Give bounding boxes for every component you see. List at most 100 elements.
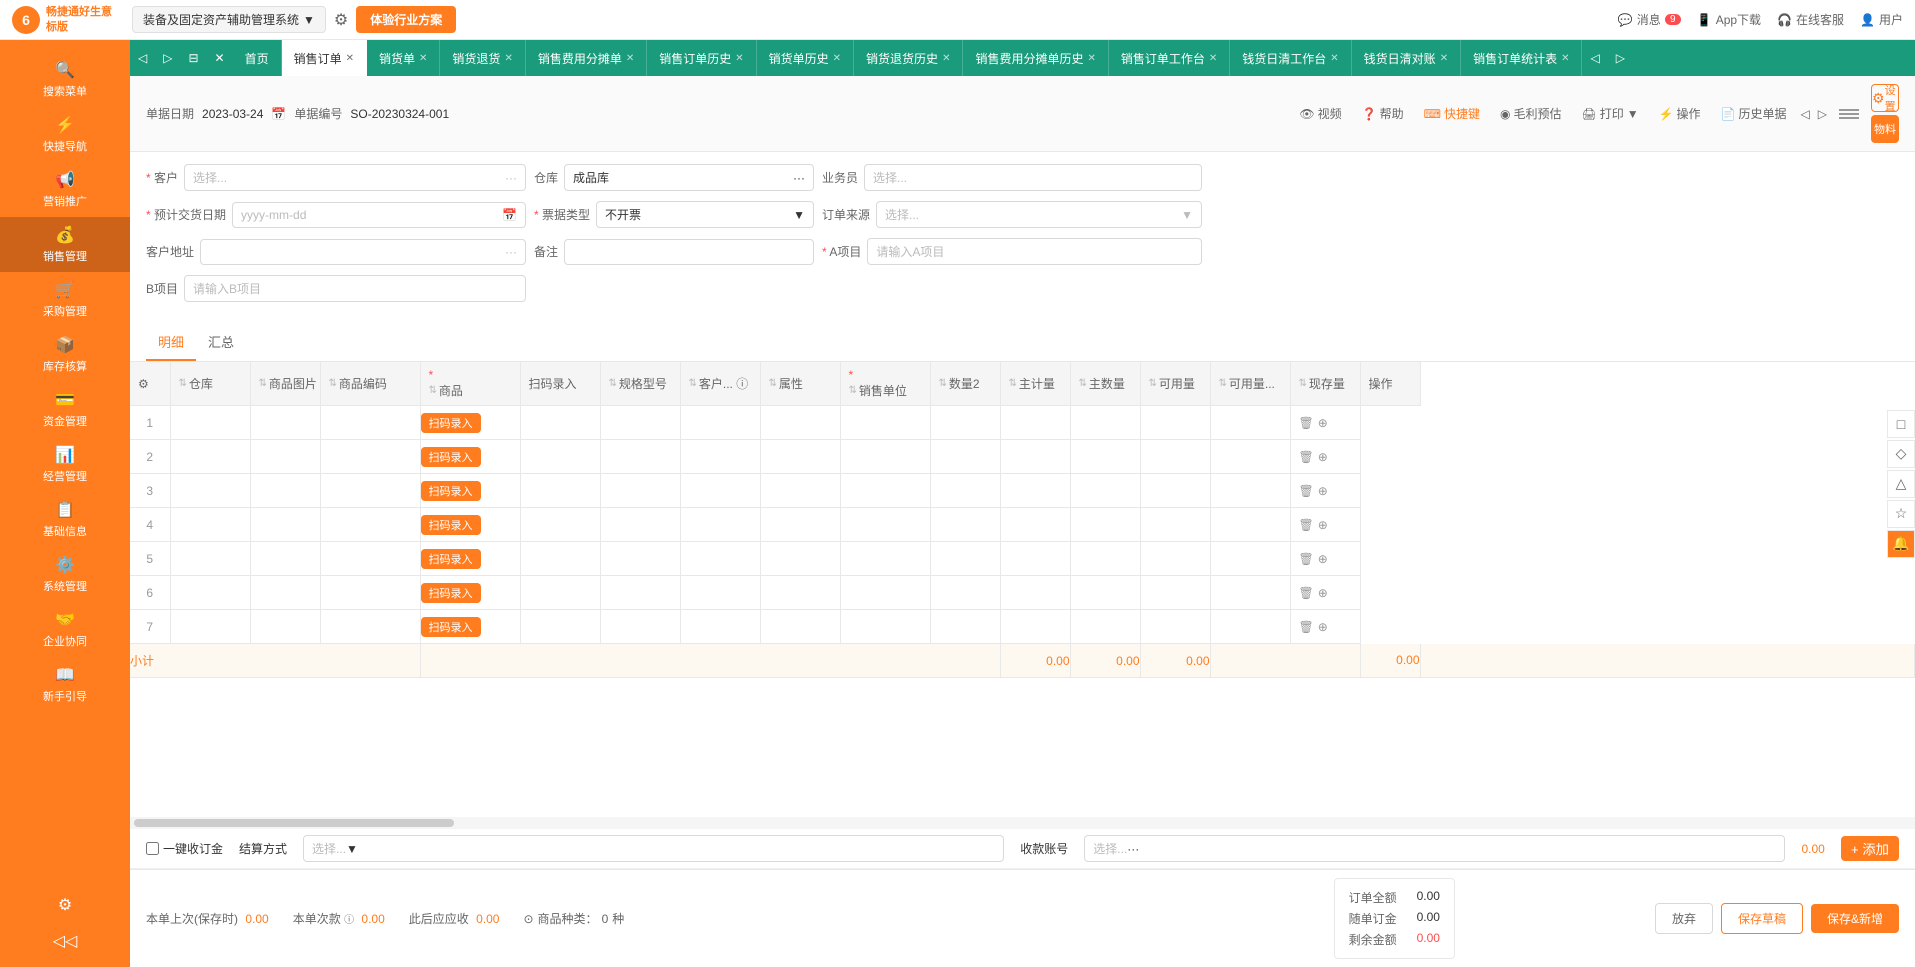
delivery-date-input[interactable]: yyyy-mm-dd 📅 xyxy=(232,202,526,228)
tab-item-3[interactable]: 销货退货✕ xyxy=(440,40,525,76)
scan-btn-1[interactable]: 扫码录入 xyxy=(421,413,481,433)
scan-btn-2[interactable]: 扫码录入 xyxy=(421,447,481,467)
sidebar-item-settings[interactable]: ⚙ xyxy=(0,887,130,923)
table-row[interactable]: 6扫码录入🗑⊕ xyxy=(130,576,1915,610)
float-btn-4[interactable]: ☆ xyxy=(1887,500,1915,528)
settings-icon[interactable]: ⚙ xyxy=(334,10,348,30)
float-btn-3[interactable]: △ xyxy=(1887,470,1915,498)
discard-button[interactable]: 放弃 xyxy=(1655,903,1713,934)
calendar-icon[interactable]: 📅 xyxy=(271,107,286,121)
sidebar-item-4[interactable]: 🛒采购管理 xyxy=(0,272,130,327)
b-project-input[interactable]: 请输入B项目 xyxy=(184,275,526,302)
table-row[interactable]: 7扫码录入🗑⊕ xyxy=(130,610,1915,644)
tab-close-10[interactable]: ✕ xyxy=(1330,53,1338,64)
tab-close-2[interactable]: ✕ xyxy=(419,53,427,64)
sidebar-item-9[interactable]: ⚙️系统管理 xyxy=(0,547,130,602)
tab-prev-btn[interactable]: ◁ xyxy=(130,40,155,76)
tab-close-4[interactable]: ✕ xyxy=(626,53,634,64)
copy-icon-2[interactable]: ⊕ xyxy=(1318,450,1328,464)
profit-btn[interactable]: ◉ 毛利预估 xyxy=(1494,102,1568,125)
scroll-thumb[interactable] xyxy=(134,819,454,827)
tab-item-4[interactable]: 销售费用分摊单✕ xyxy=(526,40,647,76)
tab-scroll-left[interactable]: ◁ xyxy=(1582,40,1607,76)
view-btn[interactable]: 👁 视频 xyxy=(1293,102,1347,125)
scan-btn-5[interactable]: 扫码录入 xyxy=(421,549,481,569)
tab-next-btn[interactable]: ▷ xyxy=(155,40,180,76)
col-settings[interactable]: ⚙ xyxy=(130,362,170,406)
sidebar-item-6[interactable]: 💳资金管理 xyxy=(0,382,130,437)
settlement-select[interactable]: 选择... ▼ xyxy=(303,835,1004,862)
print-btn[interactable]: 🖨 打印 ▼ xyxy=(1575,102,1644,125)
app-download-item[interactable]: 📱 App下载 xyxy=(1697,11,1761,28)
tab-item-6[interactable]: 销货单历史✕ xyxy=(757,40,854,76)
tab-more-btn[interactable]: ⊟ xyxy=(180,40,206,76)
table-row[interactable]: 1扫码录入🗑⊕ xyxy=(130,406,1915,440)
form-material-btn[interactable]: 物料 xyxy=(1871,115,1899,143)
delete-icon-5[interactable]: 🗑 xyxy=(1299,552,1314,566)
float-btn-2[interactable]: ◇ xyxy=(1887,440,1915,468)
tab-item-1[interactable]: 销售订单✕ xyxy=(282,40,367,76)
table-row[interactable]: 2扫码录入🗑⊕ xyxy=(130,440,1915,474)
scroll-track[interactable] xyxy=(130,817,1915,829)
form-settings-btn[interactable]: ⚙ 设置 xyxy=(1871,84,1899,112)
user-item[interactable]: 👤 用户 xyxy=(1860,11,1903,28)
save-draft-button[interactable]: 保存草稿 xyxy=(1721,903,1803,934)
system-selector[interactable]: 装备及固定资产辅助管理系统 ▼ xyxy=(132,6,326,33)
table-row[interactable]: 5扫码录入🗑⊕ xyxy=(130,542,1915,576)
float-btn-1[interactable]: □ xyxy=(1887,410,1915,438)
invoice-type-select[interactable]: 不开票 ▼ xyxy=(596,201,814,228)
customer-more-icon[interactable]: ··· xyxy=(505,171,517,185)
delete-icon-2[interactable]: 🗑 xyxy=(1299,450,1314,464)
tab-close-all-btn[interactable]: ✕ xyxy=(207,40,233,76)
one-key-checkbox[interactable] xyxy=(146,842,159,855)
copy-icon-6[interactable]: ⊕ xyxy=(1318,586,1328,600)
delete-icon-6[interactable]: 🗑 xyxy=(1299,586,1314,600)
scan-btn-3[interactable]: 扫码录入 xyxy=(421,481,481,501)
scan-btn-4[interactable]: 扫码录入 xyxy=(421,515,481,535)
tab-close-9[interactable]: ✕ xyxy=(1209,53,1217,64)
sidebar-item-8[interactable]: 📋基础信息 xyxy=(0,492,130,547)
copy-icon-5[interactable]: ⊕ xyxy=(1318,552,1328,566)
salesperson-input[interactable]: 选择... xyxy=(864,164,1202,191)
tab-item-5[interactable]: 销售订单历史✕ xyxy=(647,40,756,76)
tab-item-7[interactable]: 销货退货历史✕ xyxy=(854,40,963,76)
delete-icon-1[interactable]: 🗑 xyxy=(1299,416,1314,430)
tab-item-10[interactable]: 钱货日清工作台✕ xyxy=(1230,40,1351,76)
tab-detail[interactable]: 明细 xyxy=(146,324,196,361)
shortcut-btn[interactable]: ⌨ 快捷键 xyxy=(1418,102,1486,125)
save-new-button[interactable]: 保存&新增 xyxy=(1811,904,1899,933)
tab-close-1[interactable]: ✕ xyxy=(346,53,354,64)
help-btn[interactable]: ❓ 帮助 xyxy=(1356,102,1410,125)
sidebar-item-3[interactable]: 💰销售管理 xyxy=(0,217,130,272)
sidebar-item-10[interactable]: 🤝企业协同 xyxy=(0,602,130,657)
delete-icon-3[interactable]: 🗑 xyxy=(1299,484,1314,498)
customer-input[interactable]: 选择... ··· xyxy=(184,164,526,191)
copy-icon-1[interactable]: ⊕ xyxy=(1318,416,1328,430)
tab-item-2[interactable]: 销货单✕ xyxy=(367,40,440,76)
sidebar-item-5[interactable]: 📦库存核算 xyxy=(0,327,130,382)
online-support-item[interactable]: 🎧 在线客服 xyxy=(1777,11,1844,28)
sidebar-item-collapse[interactable]: ◁◁ xyxy=(0,923,130,959)
tab-close-11[interactable]: ✕ xyxy=(1440,53,1448,64)
tab-item-8[interactable]: 销售费用分摊单历史✕ xyxy=(963,40,1108,76)
tab-item-9[interactable]: 销售订单工作台✕ xyxy=(1109,40,1230,76)
warehouse-more-icon[interactable]: ··· xyxy=(793,171,805,185)
tab-summary[interactable]: 汇总 xyxy=(196,324,246,361)
sidebar-item-7[interactable]: 📊经营管理 xyxy=(0,437,130,492)
delete-icon-7[interactable]: 🗑 xyxy=(1299,620,1314,634)
tab-item-11[interactable]: 钱货日清对账✕ xyxy=(1352,40,1461,76)
tab-close-12[interactable]: ✕ xyxy=(1561,53,1569,64)
sidebar-item-0[interactable]: 🔍搜索菜单 xyxy=(0,52,130,107)
one-key-settlement[interactable]: 一键收订金 xyxy=(146,840,223,857)
table-row[interactable]: 4扫码录入🗑⊕ xyxy=(130,508,1915,542)
sidebar-item-1[interactable]: ⚡快捷导航 xyxy=(0,107,130,162)
notification-item[interactable]: 💬 消息 9 xyxy=(1618,11,1681,28)
tab-close-3[interactable]: ✕ xyxy=(504,53,512,64)
copy-icon-3[interactable]: ⊕ xyxy=(1318,484,1328,498)
tab-scroll-right[interactable]: ▷ xyxy=(1608,40,1633,76)
warehouse-input[interactable]: 成品库 ··· xyxy=(564,164,814,191)
account-more-icon[interactable]: ··· xyxy=(1127,842,1139,856)
header-nav-right-icon[interactable]: ▷ xyxy=(1818,107,1827,121)
header-nav-left-icon[interactable]: ◁ xyxy=(1801,107,1810,121)
tab-item-0[interactable]: 首页 xyxy=(233,40,282,76)
